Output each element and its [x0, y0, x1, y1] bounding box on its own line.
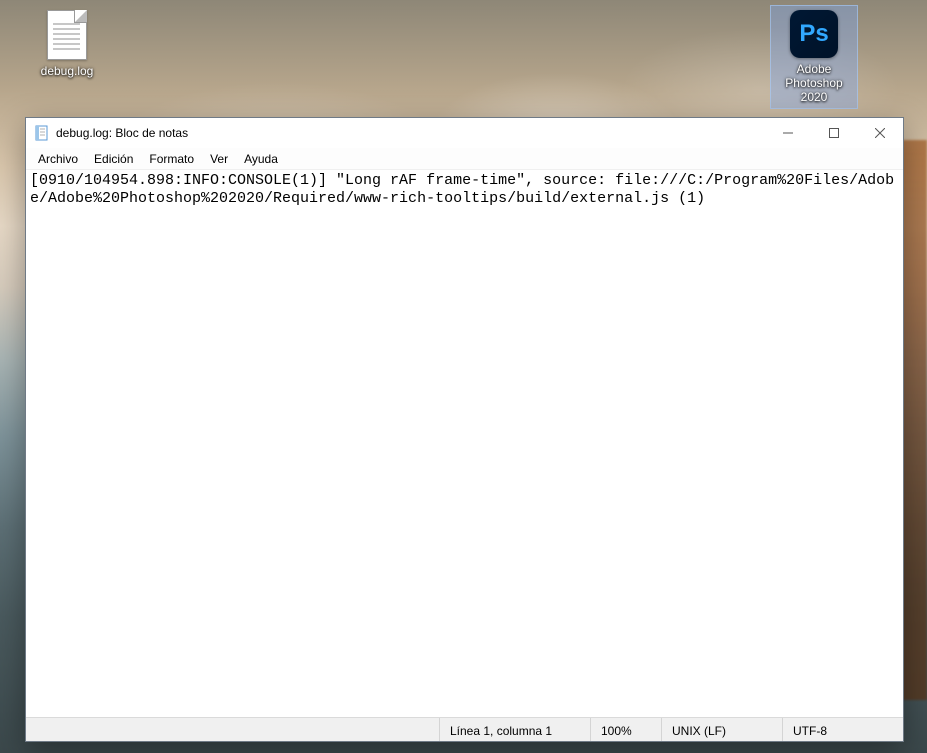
menu-help[interactable]: Ayuda [236, 150, 286, 168]
close-button[interactable] [857, 118, 903, 148]
statusbar: Línea 1, columna 1 100% UNIX (LF) UTF-8 [26, 717, 903, 741]
editor-content[interactable]: [0910/104954.898:INFO:CONSOLE(1)] "Long … [26, 170, 903, 210]
status-line-ending: UNIX (LF) [661, 718, 782, 741]
maximize-icon [829, 128, 839, 138]
status-cursor-position: Línea 1, columna 1 [439, 718, 590, 741]
menu-view[interactable]: Ver [202, 150, 236, 168]
editor-area[interactable]: [0910/104954.898:INFO:CONSOLE(1)] "Long … [26, 170, 903, 717]
status-encoding: UTF-8 [782, 718, 903, 741]
desktop-icon-label: debug.log [39, 64, 96, 82]
menu-file[interactable]: Archivo [30, 150, 86, 168]
notepad-window: debug.log: Bloc de notas Archivo Edición… [25, 117, 904, 742]
photoshop-icon: Ps [790, 10, 838, 58]
notepad-icon [34, 125, 50, 141]
maximize-button[interactable] [811, 118, 857, 148]
desktop-icon-debug-log[interactable]: debug.log [24, 6, 110, 82]
menubar: Archivo Edición Formato Ver Ayuda [26, 148, 903, 170]
text-file-icon [47, 10, 87, 60]
menu-edit[interactable]: Edición [86, 150, 141, 168]
desktop-icon-label: Adobe Photoshop 2020 [771, 62, 857, 108]
minimize-button[interactable] [765, 118, 811, 148]
photoshop-icon-glyph: Ps [799, 20, 828, 48]
window-title: debug.log: Bloc de notas [56, 126, 188, 140]
close-icon [875, 128, 885, 138]
titlebar[interactable]: debug.log: Bloc de notas [26, 118, 903, 148]
menu-format[interactable]: Formato [141, 150, 202, 168]
desktop-icon-photoshop[interactable]: Ps Adobe Photoshop 2020 [771, 6, 857, 108]
window-controls [765, 118, 903, 148]
minimize-icon [783, 128, 793, 138]
desktop[interactable]: debug.log Ps Adobe Photoshop 2020 debug.… [0, 0, 927, 753]
status-zoom: 100% [590, 718, 661, 741]
